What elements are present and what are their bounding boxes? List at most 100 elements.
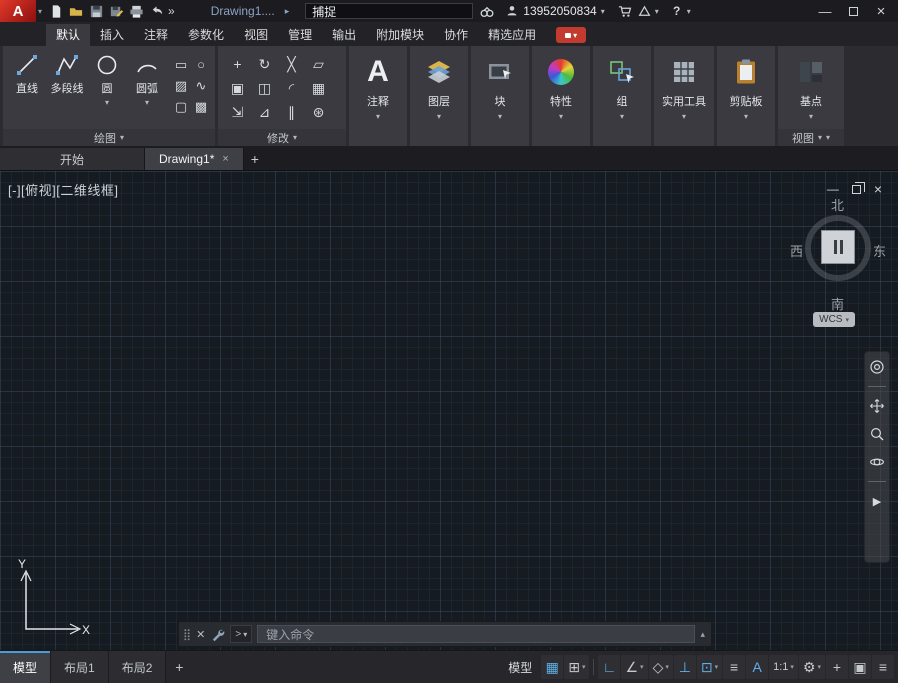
scale-tool-icon[interactable]: ⊿ bbox=[259, 104, 271, 121]
modify-panel-footer[interactable]: 修改 ▾ bbox=[218, 129, 346, 146]
viewcube[interactable]: 北 西 东 南 bbox=[788, 199, 888, 311]
clipboard-button[interactable]: 剪贴板 ▾ bbox=[717, 46, 775, 146]
new-file-button[interactable] bbox=[46, 1, 66, 21]
block-button[interactable]: 块 ▾ bbox=[471, 46, 529, 146]
open-file-button[interactable] bbox=[66, 1, 86, 21]
command-history-chevron-icon[interactable]: ▴ bbox=[700, 629, 707, 640]
status-osnap-tracking-toggle[interactable]: ⊥ bbox=[674, 655, 696, 679]
fillet-tool-icon[interactable]: ◜ bbox=[289, 80, 294, 97]
status-osnap-toggle[interactable]: ⊡ ▾ bbox=[697, 655, 722, 679]
status-annotation-visibility-toggle[interactable]: A bbox=[746, 655, 768, 679]
arc-tool[interactable]: 圆弧 ▾ bbox=[127, 52, 167, 107]
utilities-button[interactable]: 实用工具 ▾ bbox=[654, 46, 714, 146]
search-input[interactable] bbox=[305, 3, 473, 19]
close-button[interactable]: × bbox=[874, 4, 888, 18]
store-button[interactable] bbox=[615, 1, 635, 21]
viewcube-north[interactable]: 北 bbox=[831, 195, 844, 214]
pan-icon[interactable] bbox=[868, 397, 886, 415]
array-tool-icon[interactable]: ▦ bbox=[312, 80, 325, 97]
red-dropdown-button[interactable]: ▾ bbox=[556, 27, 586, 43]
group-button[interactable]: 组 ▾ bbox=[593, 46, 651, 146]
navigation-wheel-icon[interactable] bbox=[868, 358, 886, 376]
command-input[interactable]: 键入命令 bbox=[257, 625, 695, 643]
mirror-tool-icon[interactable]: ◫ bbox=[258, 80, 271, 97]
layout-tab-layout2[interactable]: 布局2 bbox=[109, 651, 167, 683]
app-menu-chevron-icon[interactable]: ▾ bbox=[38, 7, 42, 16]
search-button[interactable] bbox=[477, 1, 497, 21]
tab-output[interactable]: 输出 bbox=[322, 24, 366, 46]
tab-parametric[interactable]: 参数化 bbox=[178, 24, 234, 46]
ribbon-collapse-icon[interactable]: ▾ bbox=[826, 133, 830, 142]
tab-featured-apps[interactable]: 精选应用 bbox=[478, 24, 546, 46]
file-tab-drawing1[interactable]: Drawing1* × bbox=[145, 148, 244, 170]
app-logo[interactable]: A bbox=[0, 0, 36, 22]
command-line[interactable]: ⣿ ✕ > ▾ 键入命令 ▴ bbox=[178, 621, 712, 647]
status-grid-toggle[interactable]: ▦ bbox=[541, 655, 563, 679]
line-tool[interactable]: 直线 bbox=[7, 52, 47, 107]
view-panel-footer[interactable]: 视图 ▾ ▾ bbox=[778, 129, 844, 146]
status-lineweight-toggle[interactable]: ≡ bbox=[723, 655, 745, 679]
command-close-icon[interactable]: ✕ bbox=[196, 628, 205, 641]
copy-tool-icon[interactable]: ▣ bbox=[231, 80, 244, 97]
recent-commands-button[interactable]: > ▾ bbox=[230, 625, 252, 643]
viewcube-east[interactable]: 东 bbox=[873, 241, 886, 260]
status-isodraft-toggle[interactable]: ◇ ▾ bbox=[649, 655, 673, 679]
layers-button[interactable]: 图层 ▾ bbox=[410, 46, 468, 146]
revision-cloud-tool-icon[interactable]: ∿ bbox=[196, 78, 207, 94]
status-workspace-switcher[interactable]: ⚙ ▾ bbox=[799, 655, 825, 679]
layout-tab-layout1[interactable]: 布局1 bbox=[51, 651, 109, 683]
tab-collaborate[interactable]: 协作 bbox=[434, 24, 478, 46]
status-ortho-toggle[interactable]: ∟ bbox=[598, 655, 620, 679]
file-tab-start[interactable]: 开始 bbox=[0, 148, 145, 170]
properties-button[interactable]: 特性 ▾ bbox=[532, 46, 590, 146]
qat-more-button[interactable]: » bbox=[168, 4, 175, 18]
trim-tool-icon[interactable]: ╳ bbox=[287, 56, 295, 73]
boundary-tool-icon[interactable]: ▢ bbox=[175, 99, 187, 115]
annotate-button[interactable]: A 注释 ▾ bbox=[349, 46, 407, 146]
stretch-tool-icon[interactable]: ⇲ bbox=[232, 104, 244, 121]
viewport-controls[interactable]: [-][俯视][二维线框] bbox=[8, 180, 119, 199]
gradient-tool-icon[interactable]: ▩ bbox=[195, 99, 207, 115]
apps-chevron-icon[interactable]: ▾ bbox=[655, 7, 659, 16]
save-button[interactable] bbox=[86, 1, 106, 21]
hatch-tool-icon[interactable]: ▨ bbox=[175, 78, 187, 94]
viewport-restore-button[interactable] bbox=[852, 185, 861, 194]
account-menu[interactable]: 13952050834 ▾ bbox=[505, 4, 604, 18]
viewcube-west[interactable]: 西 bbox=[790, 241, 803, 260]
ellipse-tool-icon[interactable]: ○ bbox=[197, 57, 205, 72]
circle-tool[interactable]: 圆 ▾ bbox=[87, 52, 127, 107]
viewcube-top-face[interactable] bbox=[821, 230, 855, 264]
tab-addins[interactable]: 附加模块 bbox=[366, 24, 434, 46]
rotate-tool-icon[interactable]: ↻ bbox=[259, 56, 271, 73]
command-grip-handle[interactable]: ⣿ bbox=[183, 628, 191, 641]
viewcube-south[interactable]: 南 bbox=[831, 294, 844, 313]
viewport-close-button[interactable]: × bbox=[874, 181, 882, 197]
status-snap-toggle[interactable]: ⊞ ▾ bbox=[564, 655, 589, 679]
drawing1-tab-close-icon[interactable]: × bbox=[222, 153, 228, 165]
undo-button[interactable] bbox=[146, 1, 166, 21]
orbit-icon[interactable] bbox=[868, 453, 886, 471]
command-customize-wrench-icon[interactable] bbox=[210, 627, 225, 642]
tab-default[interactable]: 默认 bbox=[46, 24, 90, 46]
rectangle-tool-icon[interactable]: ▭ bbox=[175, 57, 187, 73]
minimize-button[interactable]: — bbox=[818, 4, 832, 18]
status-polar-toggle[interactable]: ∠ ▾ bbox=[621, 655, 647, 679]
layout-tab-model[interactable]: 模型 bbox=[0, 651, 51, 683]
viewport-minimize-button[interactable]: — bbox=[827, 182, 839, 196]
plot-button[interactable] bbox=[126, 1, 146, 21]
save-as-button[interactable] bbox=[106, 1, 126, 21]
offset-tool-icon[interactable]: ∥ bbox=[288, 104, 295, 121]
basepoint-button[interactable]: 基点 ▾ bbox=[778, 46, 844, 129]
new-drawing-tab-button[interactable]: + bbox=[244, 148, 266, 170]
zoom-icon[interactable] bbox=[868, 425, 886, 443]
explode-tool-icon[interactable]: ⊛ bbox=[313, 104, 325, 121]
status-customize-button[interactable]: ≡ bbox=[872, 655, 894, 679]
help-chevron-icon[interactable]: ▾ bbox=[687, 7, 691, 16]
tab-view[interactable]: 视图 bbox=[234, 24, 278, 46]
maximize-button[interactable] bbox=[846, 4, 860, 18]
drawing-canvas[interactable]: [-][俯视][二维线框] — × 北 西 东 南 WCS ▾ bbox=[0, 170, 898, 650]
tab-annotate[interactable]: 注释 bbox=[134, 24, 178, 46]
showmotion-icon[interactable]: ▶ bbox=[868, 492, 886, 510]
help-button[interactable]: ? bbox=[667, 1, 687, 21]
erase-tool-icon[interactable]: ▱ bbox=[313, 56, 324, 73]
